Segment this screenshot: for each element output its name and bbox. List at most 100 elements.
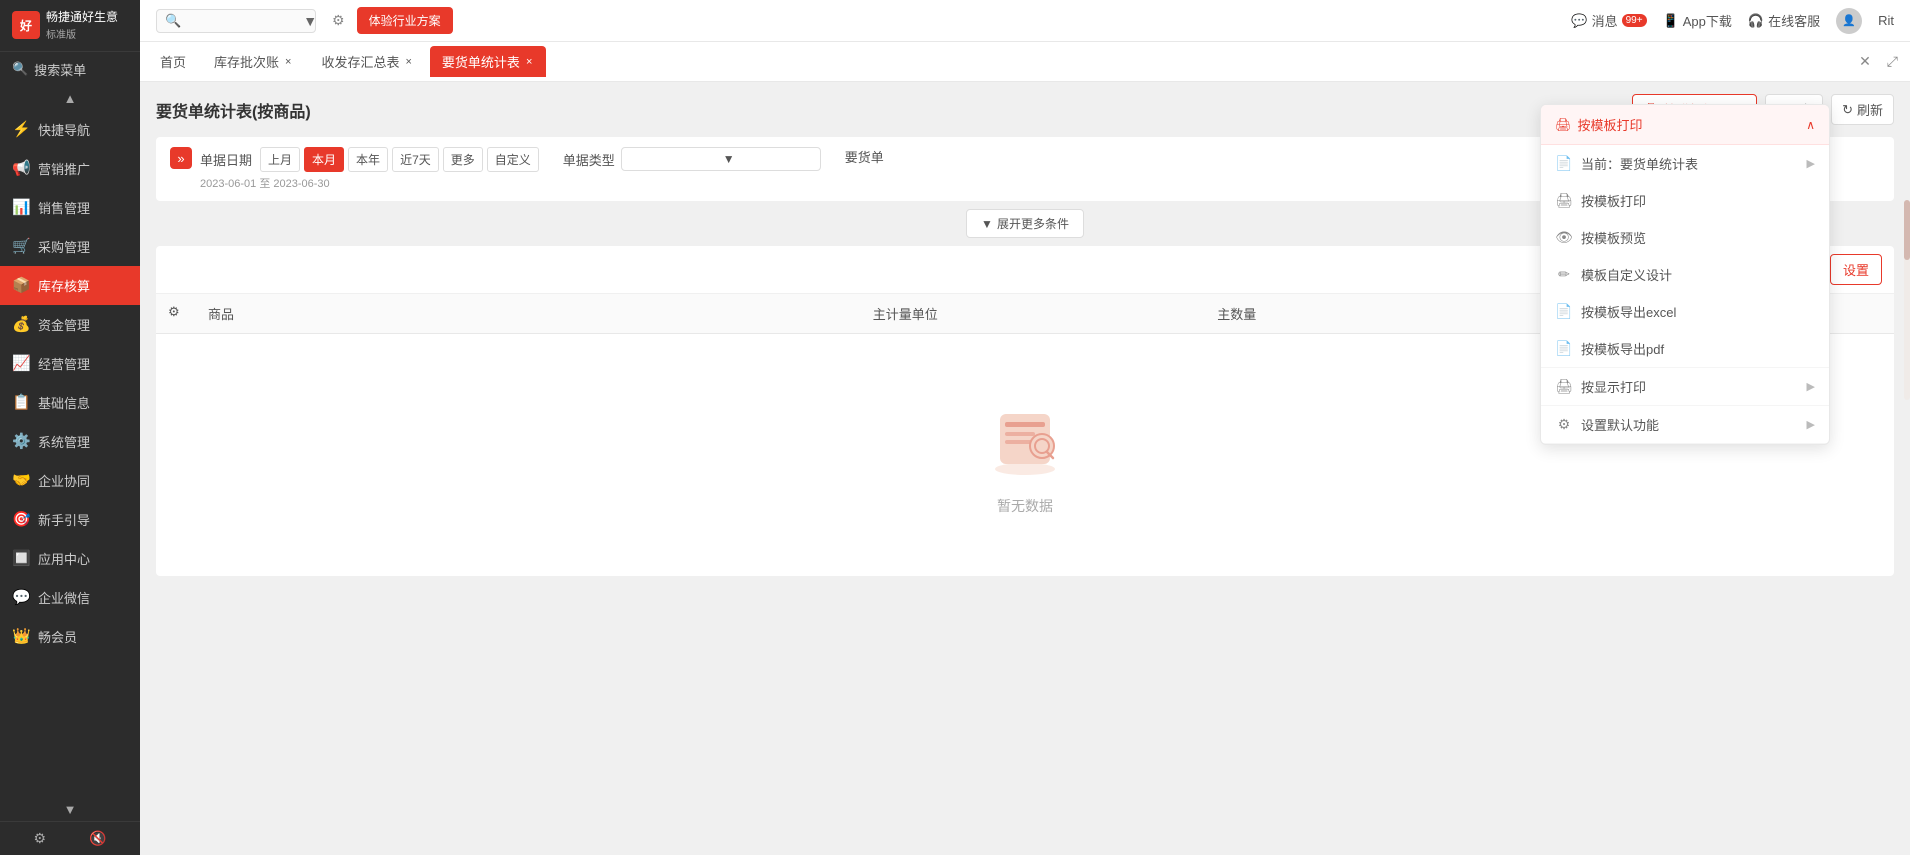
date-btn-this-month[interactable]: 本月 bbox=[304, 147, 344, 172]
sidebar-mute-icon[interactable]: 🔇 bbox=[89, 830, 106, 847]
th-checkbox: ⚙ bbox=[156, 294, 196, 333]
sidebar-item-corp-wechat[interactable]: 💬 企业微信 bbox=[0, 578, 140, 617]
tab-home[interactable]: 首页 bbox=[148, 46, 198, 77]
date-range-text: 2023-06-01 至 2023-06-30 bbox=[200, 175, 539, 191]
app-download-label: App下载 bbox=[1683, 11, 1732, 30]
app-name: 畅捷通好生意 bbox=[46, 10, 118, 26]
tab-order-stats-close[interactable]: × bbox=[524, 55, 534, 69]
tab-collection-summary[interactable]: 收发存汇总表 × bbox=[309, 46, 425, 77]
inventory-icon: 📦 bbox=[12, 276, 30, 294]
dropdown-current-template[interactable]: 📄 当前：要货单统计表 ▶ bbox=[1541, 145, 1829, 182]
dropdown-default-header[interactable]: ⚙ 设置默认功能 ▶ bbox=[1541, 406, 1829, 443]
sidebar-item-label: 畅会员 bbox=[38, 627, 77, 646]
sidebar-scroll-up[interactable]: ▲ bbox=[0, 87, 140, 110]
sidebar-item-finance[interactable]: 💰 资金管理 bbox=[0, 305, 140, 344]
sidebar-footer: ⚙ 🔇 bbox=[0, 821, 140, 855]
search-icon: 🔍 bbox=[165, 13, 181, 29]
dropdown-item-template-preview[interactable]: 👁 按模板预览 bbox=[1541, 219, 1829, 256]
logo-text-wrap: 畅捷通好生意 标准版 bbox=[46, 10, 118, 41]
date-btn-this-year[interactable]: 本年 bbox=[348, 147, 388, 172]
sidebar-item-label: 企业微信 bbox=[38, 588, 90, 607]
sidebar-item-operations[interactable]: 📈 经营管理 bbox=[0, 344, 140, 383]
topbar-gear-icon[interactable]: ⚙ bbox=[332, 12, 345, 29]
user-avatar[interactable]: 👤 bbox=[1836, 8, 1862, 34]
message-btn[interactable]: 💬 消息 99+ bbox=[1571, 11, 1646, 30]
purchase-icon: 🛒 bbox=[12, 237, 30, 255]
settings-gear-icon[interactable]: ⚙ bbox=[168, 304, 180, 319]
date-btn-more[interactable]: 更多 bbox=[443, 147, 483, 172]
sidebar-scroll-down[interactable]: ▼ bbox=[0, 798, 140, 821]
sidebar-item-label: 经营管理 bbox=[38, 354, 90, 373]
filter-date-label: 单据日期 bbox=[200, 150, 252, 169]
tabs-bar: 首页 库存批次账 × 收发存汇总表 × 要货单统计表 × ✕ ⤢ bbox=[140, 42, 1910, 82]
marketing-icon: 📢 bbox=[12, 159, 30, 177]
dropdown-display-print-arrow: ▶ bbox=[1807, 380, 1815, 393]
sidebar-search[interactable]: 🔍 搜索菜单 bbox=[0, 52, 140, 87]
sidebar-item-purchase[interactable]: 🛒 采购管理 bbox=[0, 227, 140, 266]
filter-date-range: 单据日期 上月 本月 本年 近7天 更多 自定义 bbox=[200, 147, 539, 172]
th-goods: 商品 bbox=[196, 294, 861, 333]
experience-btn[interactable]: 体验行业方案 bbox=[357, 7, 453, 34]
dropdown-header: 🖨 按模板打印 ∧ bbox=[1541, 105, 1829, 145]
filter-date-item: 单据日期 上月 本月 本年 近7天 更多 自定义 2023-06-01 至 20… bbox=[200, 147, 539, 191]
empty-illustration bbox=[980, 394, 1070, 484]
online-service-btn[interactable]: 🎧 在线客服 bbox=[1748, 11, 1820, 30]
default-func-icon: ⚙ bbox=[1555, 416, 1573, 433]
sidebar-item-quick-nav[interactable]: ⚡ 快捷导航 bbox=[0, 110, 140, 149]
topbar-search-input[interactable] bbox=[185, 14, 295, 28]
tab-order-stats[interactable]: 要货单统计表 × bbox=[430, 46, 546, 77]
expand-more-icon: ▼ bbox=[981, 217, 993, 231]
filter-expand-btn[interactable]: » bbox=[170, 147, 192, 169]
sidebar-item-label: 销售管理 bbox=[38, 198, 90, 217]
dropdown-item-template-custom[interactable]: ✏ 模板自定义设计 bbox=[1541, 256, 1829, 293]
dropdown-item-template-excel-label: 按模板导出excel bbox=[1581, 302, 1676, 321]
tab-batch-account-close[interactable]: × bbox=[283, 55, 293, 69]
member-icon: 👑 bbox=[12, 627, 30, 645]
tab-batch-account[interactable]: 库存批次账 × bbox=[202, 46, 305, 77]
dropdown-item-template-print[interactable]: 🖨 按模板打印 bbox=[1541, 182, 1829, 219]
sidebar-item-basic-info[interactable]: 📋 基础信息 bbox=[0, 383, 140, 422]
dropdown-display-print-label: 按显示打印 bbox=[1581, 377, 1646, 396]
sidebar-item-system[interactable]: ⚙️ 系统管理 bbox=[0, 422, 140, 461]
collab-icon: 🤝 bbox=[12, 471, 30, 489]
quick-nav-icon: ⚡ bbox=[12, 120, 30, 138]
date-btn-7days[interactable]: 近7天 bbox=[392, 147, 439, 172]
dropdown-item-template-pdf-label: 按模板导出pdf bbox=[1581, 339, 1664, 358]
sidebar-item-sales[interactable]: 📊 销售管理 bbox=[0, 188, 140, 227]
dropdown-item-template-excel[interactable]: 📄 按模板导出excel bbox=[1541, 293, 1829, 330]
sidebar-item-label: 新手引导 bbox=[38, 510, 90, 529]
dropdown-item-template-preview-label: 按模板预览 bbox=[1581, 228, 1646, 247]
tab-close-all-btn[interactable]: ✕ bbox=[1855, 49, 1875, 74]
search-icon: 🔍 bbox=[12, 61, 28, 77]
dropdown-item-template-pdf[interactable]: 📄 按模板导出pdf bbox=[1541, 330, 1829, 367]
topbar-search-wrap[interactable]: 🔍 ▼ bbox=[156, 9, 316, 33]
sidebar-item-label: 系统管理 bbox=[38, 432, 90, 451]
template-custom-icon: ✏ bbox=[1555, 266, 1573, 283]
operations-icon: 📈 bbox=[12, 354, 30, 372]
sidebar-item-member[interactable]: 👑 畅会员 bbox=[0, 617, 140, 656]
dropdown-close-chevron[interactable]: ∧ bbox=[1806, 118, 1815, 132]
sidebar-item-marketing[interactable]: 📢 营销推广 bbox=[0, 149, 140, 188]
sidebar-settings-icon[interactable]: ⚙ bbox=[34, 830, 47, 847]
user-name[interactable]: Rit bbox=[1878, 13, 1894, 28]
expand-more-btn[interactable]: ▼ 展开更多条件 bbox=[966, 209, 1084, 238]
dropdown-display-print-header[interactable]: 🖨 按显示打印 ▶ bbox=[1541, 368, 1829, 405]
tab-expand-btn[interactable]: ⤢ bbox=[1883, 49, 1902, 74]
sidebar-item-label: 快捷导航 bbox=[38, 120, 90, 139]
settings-btn[interactable]: 设置 bbox=[1830, 254, 1882, 285]
tab-collection-summary-close[interactable]: × bbox=[403, 55, 413, 69]
scroll-indicator[interactable] bbox=[1904, 200, 1910, 400]
refresh-btn[interactable]: ↻ 刷新 bbox=[1831, 94, 1894, 125]
sidebar-item-label: 企业协同 bbox=[38, 471, 90, 490]
page-title: 要货单统计表(按商品) bbox=[156, 98, 311, 122]
topbar-dropdown-icon[interactable]: ▼ bbox=[303, 13, 317, 29]
date-btn-last-month[interactable]: 上月 bbox=[260, 147, 300, 172]
sidebar-item-collab[interactable]: 🤝 企业协同 bbox=[0, 461, 140, 500]
date-btn-custom[interactable]: 自定义 bbox=[487, 147, 539, 172]
filter-doc-type-select[interactable]: ▼ bbox=[621, 147, 821, 171]
sidebar-item-app-center[interactable]: 🔲 应用中心 bbox=[0, 539, 140, 578]
sidebar-item-inventory[interactable]: 📦 库存核算 bbox=[0, 266, 140, 305]
guide-icon: 🎯 bbox=[12, 510, 30, 528]
sidebar-item-guide[interactable]: 🎯 新手引导 bbox=[0, 500, 140, 539]
app-download-btn[interactable]: 📱 App下载 bbox=[1663, 11, 1732, 30]
